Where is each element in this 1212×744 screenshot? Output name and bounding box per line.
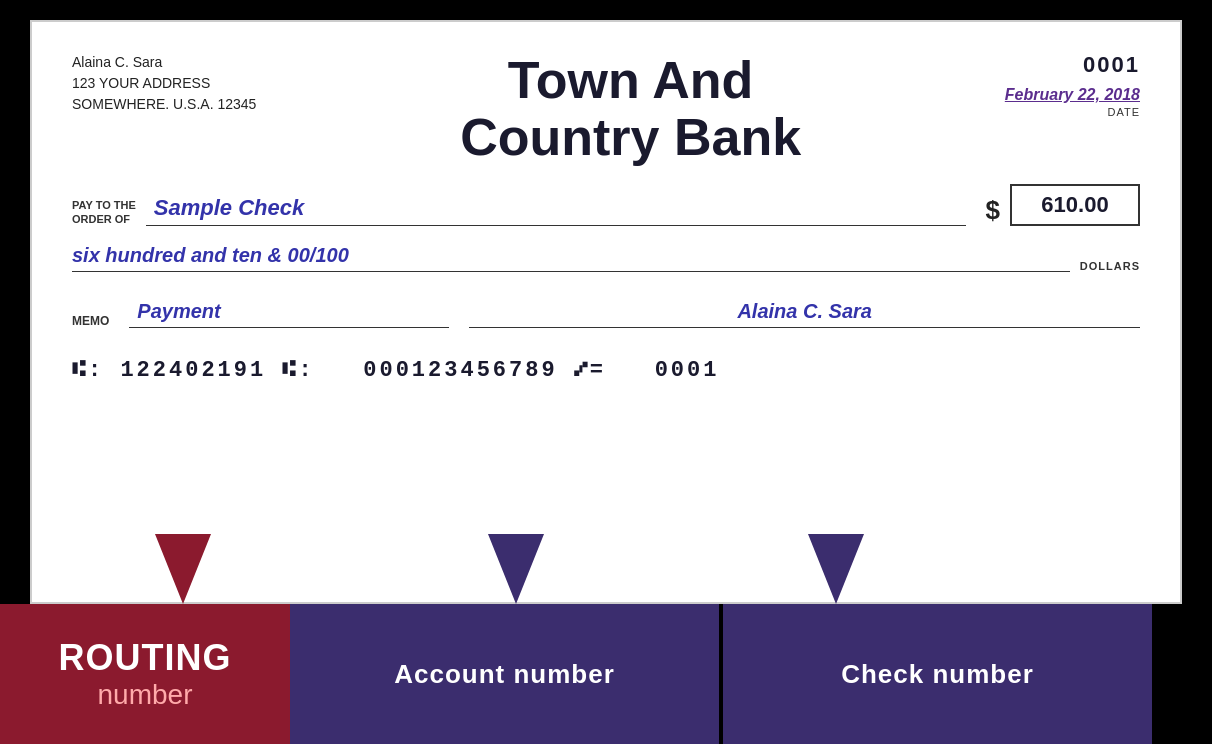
check-top-right: 0001 February 22, 2018 DATE bbox=[1005, 52, 1140, 118]
routing-arrow bbox=[155, 534, 211, 604]
address-name: Alaina C. Sara bbox=[72, 52, 256, 73]
date-label: DATE bbox=[1005, 106, 1140, 118]
routing-label-bottom: number bbox=[98, 679, 193, 711]
right-filler bbox=[1152, 604, 1212, 744]
memo-label: MEMO bbox=[72, 314, 109, 328]
memo-value: Payment bbox=[129, 300, 449, 328]
address-line2: SOMEWHERE. U.S.A. 12345 bbox=[72, 94, 256, 115]
account-arrow bbox=[488, 534, 544, 604]
check-number-label: Check number bbox=[723, 604, 1152, 744]
pay-to-row: PAY TO THE ORDER OF Sample Check $ 610.0… bbox=[72, 184, 1140, 226]
routing-label: ROUTING number bbox=[0, 604, 290, 744]
pay-to-label: PAY TO THE ORDER OF bbox=[72, 198, 136, 227]
account-number-label: Account number bbox=[290, 604, 719, 744]
dollar-sign: $ bbox=[986, 195, 1000, 226]
dollars-label: DOLLARS bbox=[1080, 260, 1140, 272]
check-top-row: Alaina C. Sara 123 YOUR ADDRESS SOMEWHER… bbox=[72, 52, 1140, 166]
amount-box: 610.00 bbox=[1010, 184, 1140, 226]
address-line1: 123 YOUR ADDRESS bbox=[72, 73, 256, 94]
date-value: February 22, 2018 bbox=[1005, 86, 1140, 104]
words-row: six hundred and ten & 00/100 DOLLARS bbox=[72, 244, 1140, 272]
check-arrow bbox=[808, 534, 864, 604]
date-row: February 22, 2018 DATE bbox=[1005, 86, 1140, 118]
check: Alaina C. Sara 123 YOUR ADDRESS SOMEWHER… bbox=[30, 20, 1182, 604]
micr-line: ⑆: 122402191 ⑆: 000123456789 ⑇= 0001 bbox=[72, 358, 1140, 383]
bank-name: Town And Country Bank bbox=[286, 52, 974, 166]
routing-label-top: ROUTING bbox=[59, 637, 232, 679]
main-container: Alaina C. Sara 123 YOUR ADDRESS SOMEWHER… bbox=[0, 0, 1212, 744]
check-address: Alaina C. Sara 123 YOUR ADDRESS SOMEWHER… bbox=[72, 52, 256, 115]
bottom-labels-area: ROUTING number Account number Check numb… bbox=[0, 604, 1212, 744]
check-number-display: 0001 bbox=[1005, 52, 1140, 78]
payee-field: Sample Check bbox=[146, 195, 966, 226]
memo-signature-row: MEMO Payment Alaina C. Sara bbox=[72, 300, 1140, 328]
signature: Alaina C. Sara bbox=[469, 300, 1140, 328]
amount-words: six hundred and ten & 00/100 bbox=[72, 244, 1070, 272]
